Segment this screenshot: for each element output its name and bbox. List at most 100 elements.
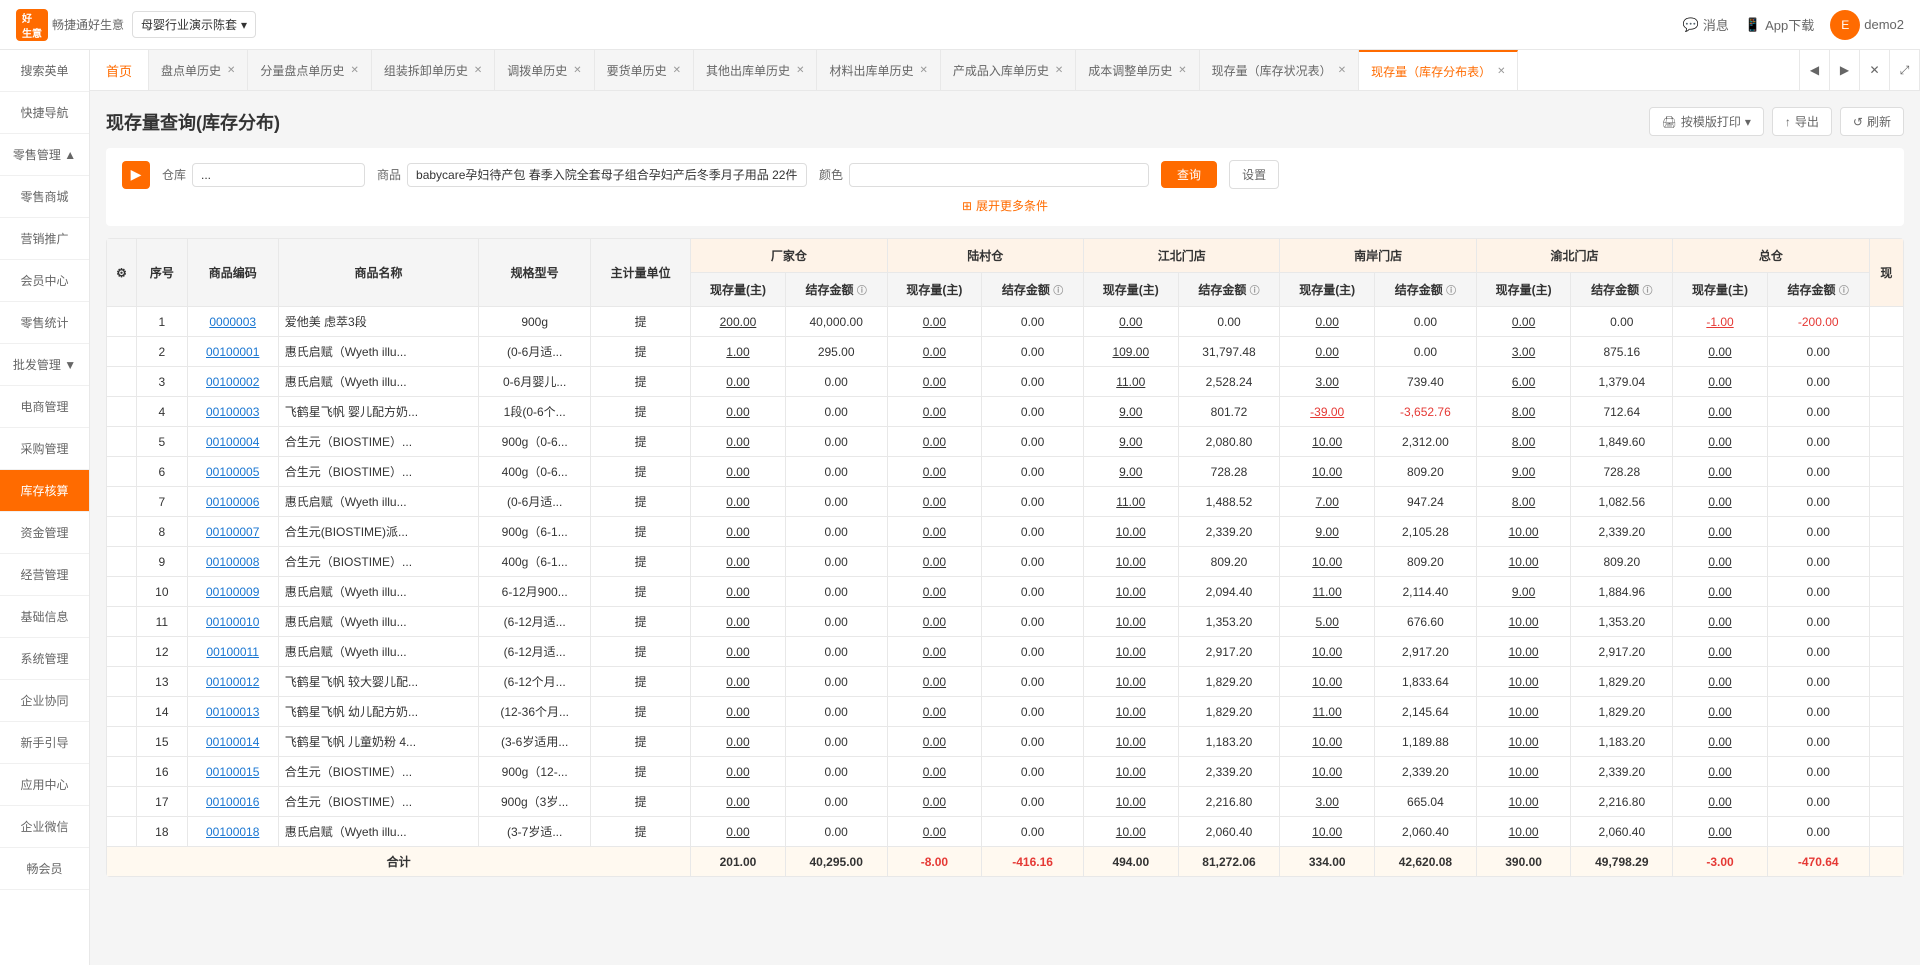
cell-c1-qty[interactable]: 0.00	[691, 397, 786, 427]
cell-code[interactable]: 00100010	[187, 607, 278, 637]
tab-close-icon[interactable]: ✕	[573, 65, 581, 76]
cell-c6-qty[interactable]: 0.00	[1673, 577, 1768, 607]
cell-c6-qty[interactable]: 0.00	[1673, 367, 1768, 397]
tab-other-outbound[interactable]: 其他出库单历史 ✕	[694, 50, 817, 90]
sidebar-item-retail-stats[interactable]: 零售统计	[0, 302, 89, 344]
cell-c3-qty[interactable]: 9.00	[1084, 397, 1179, 427]
cell-c2-qty[interactable]: 0.00	[887, 787, 982, 817]
cell-c4-qty[interactable]: -39.00	[1280, 397, 1375, 427]
cell-c1-qty[interactable]: 0.00	[691, 577, 786, 607]
cell-c6-qty[interactable]: 0.00	[1673, 787, 1768, 817]
cell-c2-qty[interactable]: 0.00	[887, 667, 982, 697]
cell-c6-qty[interactable]: 0.00	[1673, 517, 1768, 547]
cell-c2-qty[interactable]: 0.00	[887, 727, 982, 757]
cell-c1-qty[interactable]: 0.00	[691, 367, 786, 397]
cell-c3-qty[interactable]: 10.00	[1084, 637, 1179, 667]
cell-c6-qty[interactable]: 0.00	[1673, 457, 1768, 487]
cell-c4-qty[interactable]: 10.00	[1280, 727, 1375, 757]
cell-c6-qty[interactable]: 0.00	[1673, 697, 1768, 727]
cell-c5-qty[interactable]: 8.00	[1476, 397, 1571, 427]
cell-c5-qty[interactable]: 3.00	[1476, 337, 1571, 367]
tab-split-stock[interactable]: 分量盘点单历史 ✕	[248, 50, 371, 90]
tab-close-icon[interactable]: ✕	[1497, 66, 1505, 77]
cell-code[interactable]: 00100018	[187, 817, 278, 847]
cell-c4-qty[interactable]: 10.00	[1280, 757, 1375, 787]
cell-c1-qty[interactable]: 0.00	[691, 427, 786, 457]
export-button[interactable]: ↑ 导出	[1772, 107, 1832, 136]
cell-code[interactable]: 00100006	[187, 487, 278, 517]
query-button[interactable]: 查询	[1161, 161, 1217, 188]
tab-close-icon[interactable]: ✕	[673, 65, 681, 76]
cell-c3-qty[interactable]: 11.00	[1084, 367, 1179, 397]
tab-cost-adjustment[interactable]: 成本调整单历史 ✕	[1076, 50, 1199, 90]
tab-transfer[interactable]: 调拨单历史 ✕	[495, 50, 594, 90]
sidebar-item-operations[interactable]: 经营管理	[0, 554, 89, 596]
cell-c5-qty[interactable]: 10.00	[1476, 667, 1571, 697]
cell-c5-qty[interactable]: 6.00	[1476, 367, 1571, 397]
cell-code[interactable]: 00100007	[187, 517, 278, 547]
cell-c4-qty[interactable]: 10.00	[1280, 817, 1375, 847]
goods-input[interactable]	[407, 163, 807, 187]
cell-c6-qty[interactable]: 0.00	[1673, 667, 1768, 697]
cell-c6-qty[interactable]: 0.00	[1673, 397, 1768, 427]
info-icon-3[interactable]: ⓘ	[1250, 286, 1260, 297]
cell-code[interactable]: 00100011	[187, 637, 278, 667]
cell-c4-qty[interactable]: 5.00	[1280, 607, 1375, 637]
cell-c1-qty[interactable]: 0.00	[691, 607, 786, 637]
cell-c4-qty[interactable]: 7.00	[1280, 487, 1375, 517]
cell-code[interactable]: 00100004	[187, 427, 278, 457]
cell-c5-qty[interactable]: 0.00	[1476, 307, 1571, 337]
cell-c6-qty[interactable]: 0.00	[1673, 637, 1768, 667]
info-icon-5[interactable]: ⓘ	[1642, 286, 1652, 297]
cell-c5-qty[interactable]: 9.00	[1476, 457, 1571, 487]
cell-c3-qty[interactable]: 0.00	[1084, 307, 1179, 337]
cell-c5-qty[interactable]: 10.00	[1476, 517, 1571, 547]
cell-c1-qty[interactable]: 0.00	[691, 637, 786, 667]
cell-c1-qty[interactable]: 0.00	[691, 787, 786, 817]
cell-c5-qty[interactable]: 10.00	[1476, 637, 1571, 667]
cell-code[interactable]: 00100008	[187, 547, 278, 577]
user-area[interactable]: E demo2	[1830, 10, 1904, 40]
cell-c2-qty[interactable]: 0.00	[887, 697, 982, 727]
cell-c1-qty[interactable]: 0.00	[691, 457, 786, 487]
cell-c6-qty[interactable]: 0.00	[1673, 547, 1768, 577]
cell-c1-qty[interactable]: 0.00	[691, 817, 786, 847]
cell-c3-qty[interactable]: 11.00	[1084, 487, 1179, 517]
cell-code[interactable]: 00100005	[187, 457, 278, 487]
cell-code[interactable]: 00100015	[187, 757, 278, 787]
sidebar-item-finance[interactable]: 资金管理	[0, 512, 89, 554]
tab-close-icon[interactable]: ✕	[227, 65, 235, 76]
tab-close-icon[interactable]: ✕	[350, 65, 358, 76]
cell-c5-qty[interactable]: 10.00	[1476, 757, 1571, 787]
settings-button[interactable]: 设置	[1229, 160, 1279, 189]
tab-assembly[interactable]: 组装拆卸单历史 ✕	[372, 50, 495, 90]
cell-c4-qty[interactable]: 10.00	[1280, 547, 1375, 577]
cell-c2-qty[interactable]: 0.00	[887, 487, 982, 517]
sidebar-item-search[interactable]: 搜索英单	[0, 50, 89, 92]
cell-c3-qty[interactable]: 10.00	[1084, 787, 1179, 817]
cell-c5-qty[interactable]: 10.00	[1476, 727, 1571, 757]
cell-c1-qty[interactable]: 0.00	[691, 487, 786, 517]
sidebar-item-app-center[interactable]: 应用中心	[0, 764, 89, 806]
info-icon-2[interactable]: ⓘ	[1053, 286, 1063, 297]
info-icon-6[interactable]: ⓘ	[1839, 286, 1849, 297]
cell-c1-qty[interactable]: 0.00	[691, 667, 786, 697]
cell-c4-qty[interactable]: 9.00	[1280, 517, 1375, 547]
cell-c6-qty[interactable]: 0.00	[1673, 337, 1768, 367]
cell-code[interactable]: 0000003	[187, 307, 278, 337]
cell-c3-qty[interactable]: 10.00	[1084, 667, 1179, 697]
tab-stock-history[interactable]: 盘点单历史 ✕	[149, 50, 248, 90]
cell-c6-qty[interactable]: 0.00	[1673, 607, 1768, 637]
cell-c4-qty[interactable]: 0.00	[1280, 307, 1375, 337]
cell-c2-qty[interactable]: 0.00	[887, 367, 982, 397]
cell-code[interactable]: 00100016	[187, 787, 278, 817]
cell-c3-qty[interactable]: 10.00	[1084, 817, 1179, 847]
cell-c3-qty[interactable]: 109.00	[1084, 337, 1179, 367]
info-icon-4[interactable]: ⓘ	[1446, 286, 1456, 297]
sidebar-item-enterprise-wechat[interactable]: 企业微信	[0, 806, 89, 848]
cell-c2-qty[interactable]: 0.00	[887, 517, 982, 547]
cell-c6-qty[interactable]: 0.00	[1673, 727, 1768, 757]
sidebar-item-retail[interactable]: 零售管理 ▲	[0, 134, 89, 176]
expand-button[interactable]: ▶	[122, 161, 150, 189]
app-download-action[interactable]: 📱 App下载	[1745, 15, 1814, 34]
